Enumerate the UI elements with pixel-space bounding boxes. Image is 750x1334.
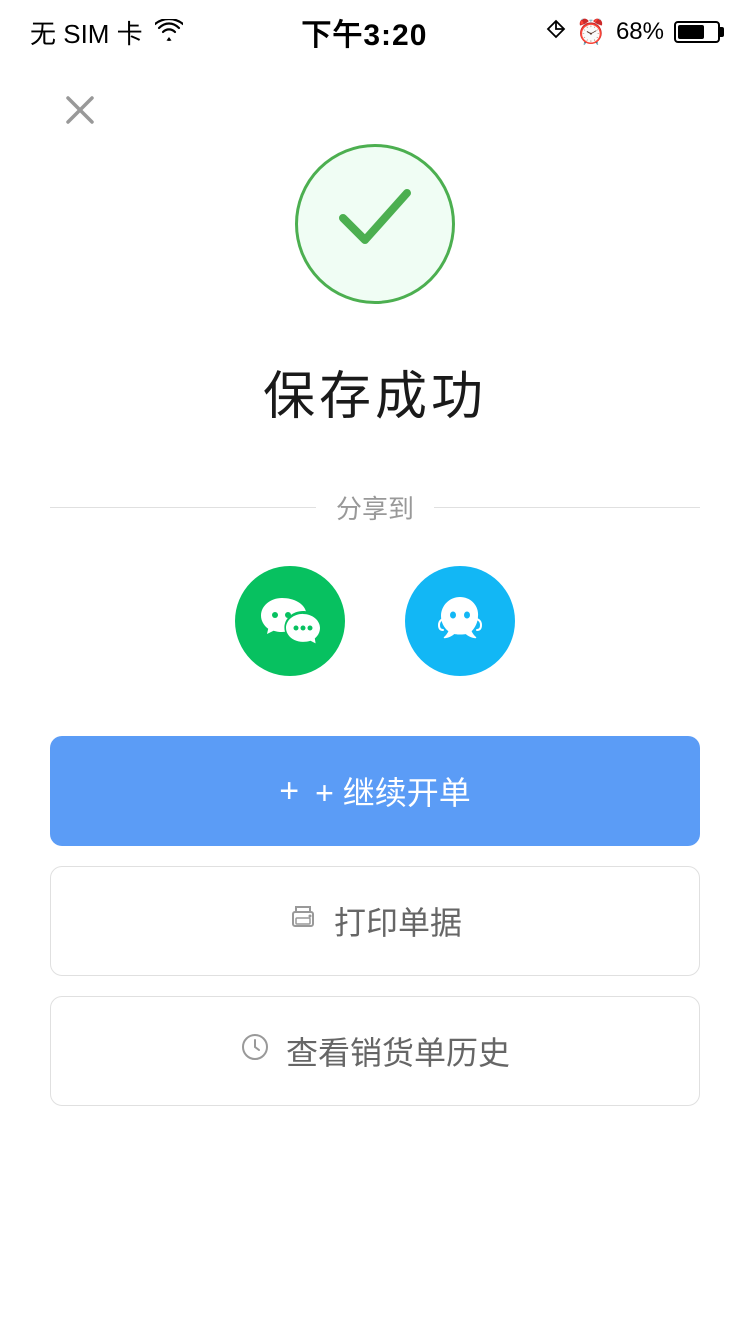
battery-percent: 68% [616,18,664,46]
success-title: 保存成功 [263,354,487,429]
close-button[interactable] [50,80,110,140]
location-icon [546,18,566,46]
history-label: 查看销货单历史 [286,1028,510,1074]
success-circle [295,144,455,304]
printer-icon [288,902,318,940]
battery-icon [674,21,720,43]
status-time: 下午3:20 [301,10,427,54]
divider-left [50,507,316,508]
continue-label: + 继续开单 [315,768,471,814]
status-left: 无 SIM 卡 [30,14,183,51]
wechat-icon [258,594,322,648]
status-right: ⏰ 68% [546,18,720,47]
action-buttons: + + 继续开单 打印单据 查看销货单历史 [0,736,750,1106]
share-section: 分享到 [0,489,750,676]
status-bar: 无 SIM 卡 下午3:20 ⏰ 68% [0,0,750,64]
alarm-icon: ⏰ [576,18,606,47]
clock-icon [240,1032,270,1070]
qq-share-button[interactable] [405,566,515,676]
continue-button[interactable]: + + 继续开单 [50,736,700,846]
share-icons [235,566,515,676]
print-label: 打印单据 [334,898,462,944]
wifi-icon [155,17,183,48]
main-content: 保存成功 分享到 [0,64,750,1106]
qq-icon [430,591,490,651]
no-sim-label: 无 SIM 卡 [30,14,143,51]
divider-right [434,507,700,508]
print-button[interactable]: 打印单据 [50,866,700,976]
wechat-share-button[interactable] [235,566,345,676]
plus-icon: + [279,772,299,811]
checkmark-icon [335,183,415,266]
history-button[interactable]: 查看销货单历史 [50,996,700,1106]
share-label: 分享到 [336,489,414,526]
close-icon [62,92,98,128]
share-divider: 分享到 [0,489,750,526]
